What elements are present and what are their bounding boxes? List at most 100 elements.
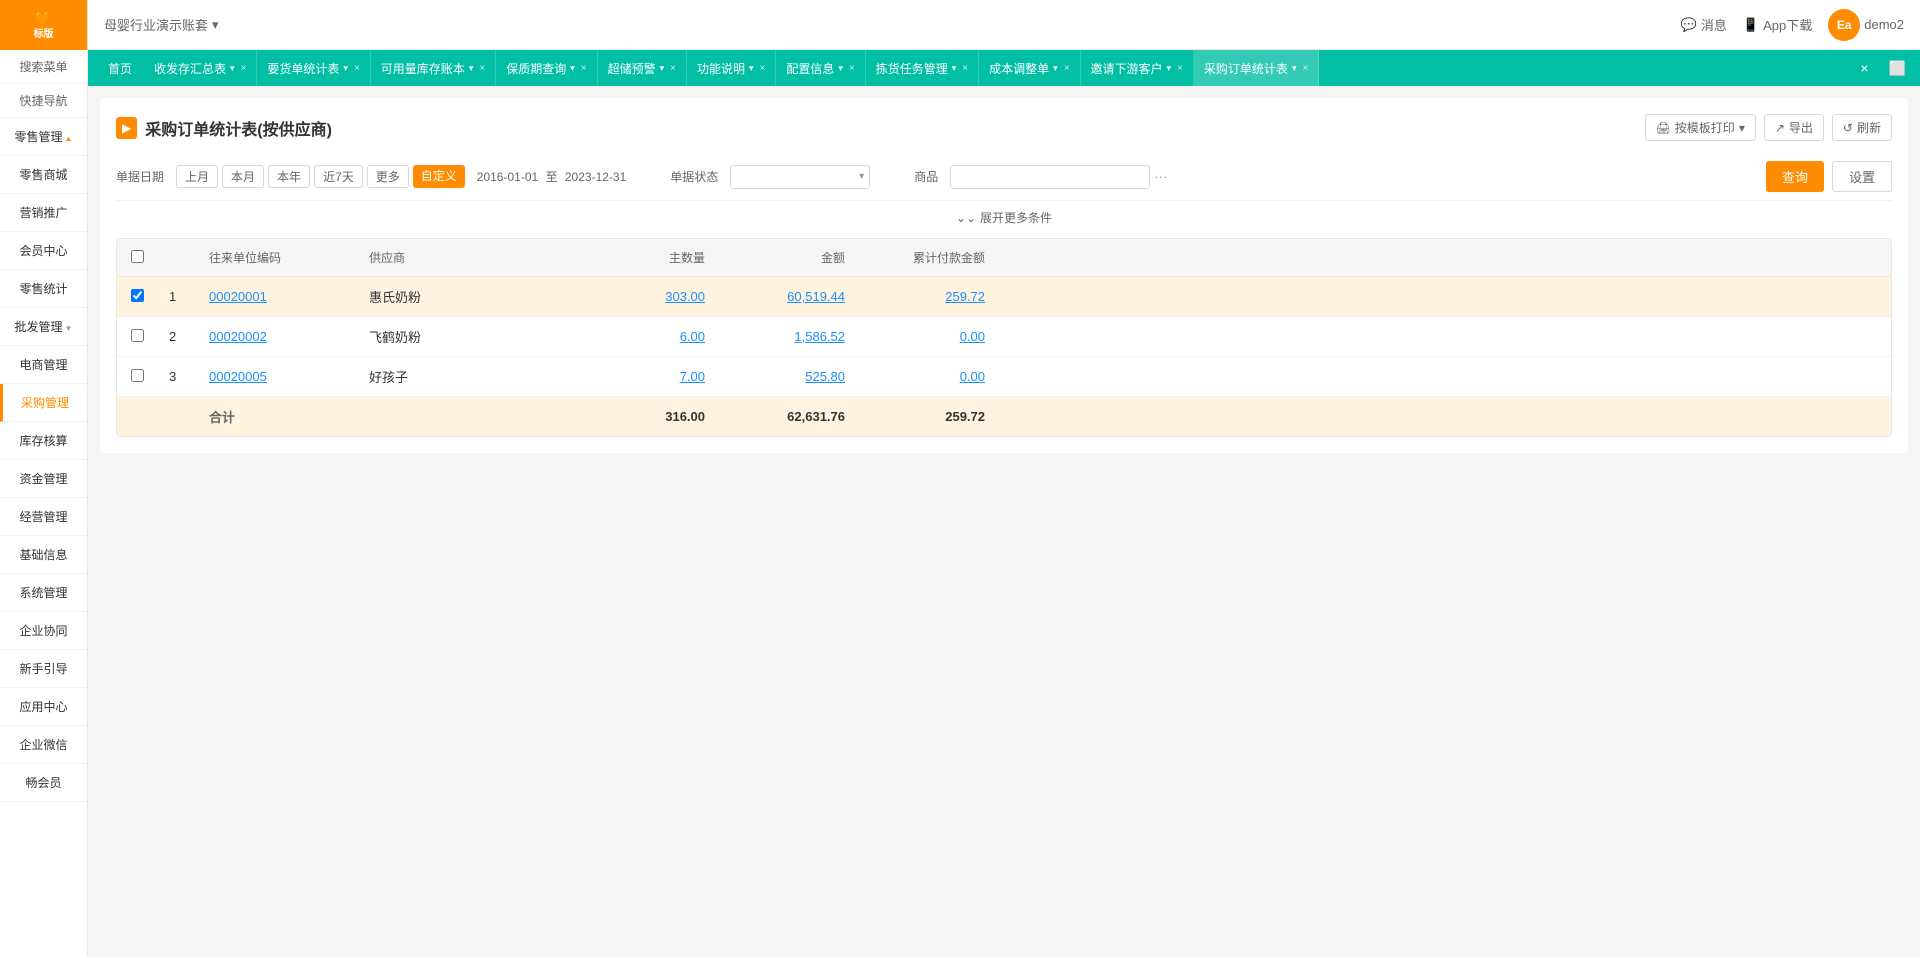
sidebar-item-member[interactable]: 会员中心 xyxy=(0,232,87,270)
topbar: 首页 收发存汇总表 ▾ × 要货单统计表 ▾ × 可用量库存账本 ▾ × 保质期… xyxy=(88,50,1920,86)
topbar-config-info-close[interactable]: × xyxy=(849,63,855,74)
topbar-cost-adjust-close[interactable]: × xyxy=(1064,63,1070,74)
sidebar-item-finance[interactable]: 资金管理 xyxy=(0,460,87,498)
sidebar-item-weixin[interactable]: 企业微信 xyxy=(0,726,87,764)
row-checkbox[interactable] xyxy=(131,329,144,342)
workspace-name: 母婴行业演示账套 xyxy=(104,15,208,34)
expand-more-btn[interactable]: ⌄⌄ 展开更多条件 xyxy=(956,209,1052,226)
row-checkbox[interactable] xyxy=(131,369,144,382)
topbar-available-stock-close[interactable]: × xyxy=(479,63,485,74)
topbar-shelf-life[interactable]: 保质期查询 ▾ × xyxy=(496,50,597,86)
row-qty[interactable]: 7.00 xyxy=(597,357,717,397)
row-qty[interactable]: 6.00 xyxy=(597,317,717,357)
workspace-selector[interactable]: 母婴行业演示账套 ▾ xyxy=(104,15,219,34)
sidebar-item-appstore[interactable]: 应用中心 xyxy=(0,688,87,726)
date-btn-this-year[interactable]: 本年 xyxy=(268,165,310,188)
topbar-func-desc[interactable]: 功能说明 ▾ × xyxy=(687,50,776,86)
sidebar-quick-nav[interactable]: 快捷导航 xyxy=(0,84,87,118)
select-all-checkbox[interactable] xyxy=(131,250,144,263)
status-select[interactable] xyxy=(730,165,870,189)
row-paid[interactable]: 0.00 xyxy=(857,317,997,357)
date-btn-7days[interactable]: 近7天 xyxy=(314,165,363,188)
table-row[interactable]: 1 00020001 惠氏奶粉 303.00 60,519.44 259.72 xyxy=(117,277,1891,317)
topbar-cost-adjust[interactable]: 成本调整单 ▾ × xyxy=(979,50,1080,86)
topbar-home[interactable]: 首页 xyxy=(96,50,144,86)
goods-input-dots[interactable]: ··· xyxy=(1154,169,1167,184)
topbar-func-desc-close[interactable]: × xyxy=(760,63,766,74)
filter-row-1: 单据日期 上月 本月 本年 近7天 更多 自定义 2016-01-01 至 20… xyxy=(116,153,1892,200)
sidebar-search[interactable]: 搜索菜单 xyxy=(0,50,87,84)
sidebar-item-marketing[interactable]: 营销推广 xyxy=(0,194,87,232)
row-supplier: 飞鹤奶粉 xyxy=(357,317,597,357)
topbar-receive-send-close[interactable]: × xyxy=(241,63,247,74)
row-paid[interactable]: 259.72 xyxy=(857,277,997,317)
refresh-btn[interactable]: ↺ 刷新 xyxy=(1832,114,1892,141)
topbar-purchase-order-stat-close[interactable]: × xyxy=(1302,63,1308,74)
row-amount[interactable]: 60,519.44 xyxy=(717,277,857,317)
topbar-shelf-life-close[interactable]: × xyxy=(581,63,587,74)
sidebar-item-purchase[interactable]: 采购管理 xyxy=(0,384,87,422)
topbar-pick-task-close[interactable]: × xyxy=(962,63,968,74)
app-download-icon: 📱 xyxy=(1743,17,1759,33)
topbar-close-window-btn[interactable]: × xyxy=(1854,60,1874,76)
print-btn[interactable]: 🖨 按模板打印 ▾ xyxy=(1645,114,1756,141)
message-btn[interactable]: 💬 消息 xyxy=(1681,15,1727,34)
date-btn-last-month[interactable]: 上月 xyxy=(176,165,218,188)
sidebar-item-ecommerce[interactable]: 电商管理 xyxy=(0,346,87,384)
date-btn-more[interactable]: 更多 xyxy=(367,165,409,188)
main-area: 母婴行业演示账套 ▾ 💬 消息 📱 App下载 Ea demo2 首页 收发存汇… xyxy=(88,0,1920,957)
topbar-overstock[interactable]: 超储预警 ▾ × xyxy=(598,50,687,86)
sidebar-item-retail-stat[interactable]: 零售统计 xyxy=(0,270,87,308)
topbar-invite-downstream-close[interactable]: × xyxy=(1177,63,1183,74)
row-checkbox-cell xyxy=(117,317,157,357)
goods-input-wrapper: ··· xyxy=(950,165,1167,189)
col-qty-header: 主数量 xyxy=(597,239,717,277)
row-amount[interactable]: 525.80 xyxy=(717,357,857,397)
row-code[interactable]: 00020001 xyxy=(197,277,357,317)
header-right: 💬 消息 📱 App下载 Ea demo2 xyxy=(1681,9,1904,41)
topbar-purchase-order-stat-arrow: ▾ xyxy=(1292,63,1297,74)
app-download-btn[interactable]: 📱 App下载 xyxy=(1743,15,1812,34)
topbar-receive-send[interactable]: 收发存汇总表 ▾ × xyxy=(144,50,257,86)
sidebar-item-vip[interactable]: 畅会员 xyxy=(0,764,87,802)
row-checkbox[interactable] xyxy=(131,289,144,302)
topbar-order-stat[interactable]: 要货单统计表 ▾ × xyxy=(257,50,370,86)
user-area[interactable]: Ea demo2 xyxy=(1828,9,1904,41)
date-btn-this-month[interactable]: 本月 xyxy=(222,165,264,188)
row-paid[interactable]: 0.00 xyxy=(857,357,997,397)
refresh-label: 刷新 xyxy=(1857,119,1881,136)
topbar-order-stat-close[interactable]: × xyxy=(354,63,360,74)
topbar-available-stock[interactable]: 可用量库存账本 ▾ × xyxy=(371,50,496,86)
query-btn[interactable]: 查询 xyxy=(1766,161,1824,192)
sidebar-item-retail-shop[interactable]: 零售商城 xyxy=(0,156,87,194)
status-select-wrapper xyxy=(730,165,870,189)
topbar-invite-downstream[interactable]: 邀请下游客户 ▾ × xyxy=(1081,50,1194,86)
export-btn[interactable]: ↗ 导出 xyxy=(1764,114,1824,141)
date-filter-label: 单据日期 xyxy=(116,168,164,185)
row-code[interactable]: 00020002 xyxy=(197,317,357,357)
topbar-maximize-btn[interactable]: ⬜ xyxy=(1883,60,1912,77)
row-checkbox-cell xyxy=(117,357,157,397)
sidebar-item-wholesale[interactable]: 批发管理 xyxy=(0,308,87,346)
sidebar-item-operation[interactable]: 经营管理 xyxy=(0,498,87,536)
topbar-config-info[interactable]: 配置信息 ▾ × xyxy=(776,50,865,86)
table-row[interactable]: 3 00020005 好孩子 7.00 525.80 0.00 xyxy=(117,357,1891,397)
sidebar-item-enterprise[interactable]: 企业协同 xyxy=(0,612,87,650)
row-qty[interactable]: 303.00 xyxy=(597,277,717,317)
topbar-pick-task[interactable]: 拣货任务管理 ▾ × xyxy=(866,50,979,86)
collapse-filter-btn[interactable]: ▶ xyxy=(116,117,137,139)
topbar-overstock-close[interactable]: × xyxy=(670,63,676,74)
topbar-purchase-order-stat[interactable]: 采购订单统计表 ▾ × xyxy=(1194,50,1319,86)
date-range-display: 2016-01-01 至 2023-12-31 xyxy=(477,168,626,185)
row-amount[interactable]: 1,586.52 xyxy=(717,317,857,357)
settings-btn[interactable]: 设置 xyxy=(1832,161,1892,192)
sidebar-item-system[interactable]: 系统管理 xyxy=(0,574,87,612)
sidebar-item-inventory[interactable]: 库存核算 xyxy=(0,422,87,460)
row-code[interactable]: 00020005 xyxy=(197,357,357,397)
sidebar-item-basic[interactable]: 基础信息 xyxy=(0,536,87,574)
sidebar-item-newbie[interactable]: 新手引导 xyxy=(0,650,87,688)
export-icon: ↗ xyxy=(1775,121,1785,135)
table-row[interactable]: 2 00020002 飞鹤奶粉 6.00 1,586.52 0.00 xyxy=(117,317,1891,357)
sidebar-item-retail[interactable]: 零售管理 xyxy=(0,118,87,156)
goods-input[interactable] xyxy=(950,165,1150,189)
